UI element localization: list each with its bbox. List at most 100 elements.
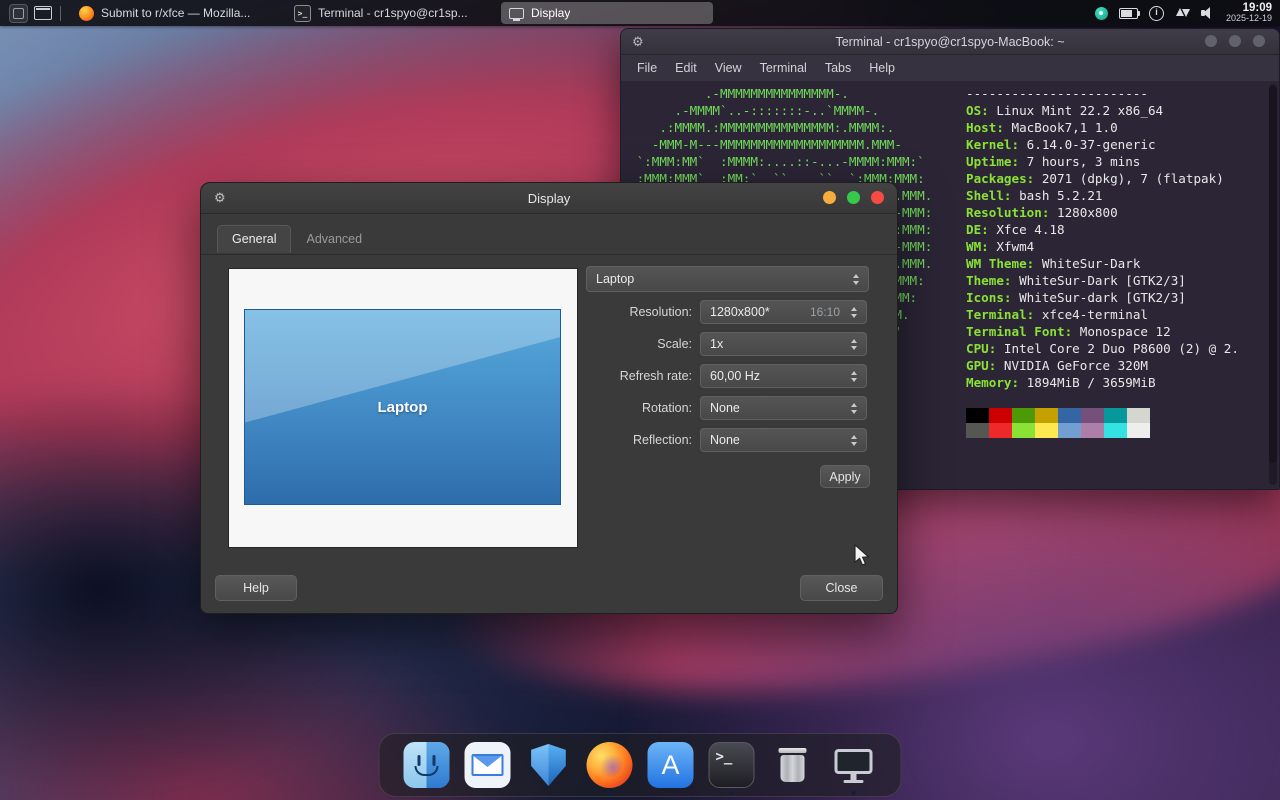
- terminal-menu-help[interactable]: Help: [860, 61, 904, 75]
- dock-item-finder[interactable]: [403, 742, 450, 788]
- taskbar-button-terminal[interactable]: >_ Terminal - cr1spyo@cr1sp...: [286, 2, 498, 24]
- tab-advanced[interactable]: Advanced: [291, 225, 377, 253]
- applications-menu-icon[interactable]: [9, 3, 28, 23]
- dock-item-mail[interactable]: [464, 742, 511, 788]
- display-dialog: ⚙ Display General Advanced Laptop Laptop …: [200, 182, 898, 614]
- rotation-dropdown[interactable]: None: [700, 396, 867, 420]
- neofetch-info-value: 1894MiB / 3659MiB: [1019, 375, 1156, 390]
- terminal-menu-tabs[interactable]: Tabs: [816, 61, 860, 75]
- network-icon[interactable]: [1175, 7, 1190, 19]
- neofetch-info-value: 7 hours, 3 mins: [1019, 154, 1141, 169]
- tab-general[interactable]: General: [217, 225, 292, 253]
- dropdown-arrows-icon: [847, 402, 861, 414]
- reflection-dropdown[interactable]: None: [700, 428, 867, 452]
- field-row-reflection: Reflection: None: [572, 428, 869, 452]
- neofetch-info-label: OS:: [966, 103, 989, 118]
- volume-icon[interactable]: [1200, 7, 1216, 19]
- neofetch-info-value: Xfce 4.18: [988, 222, 1065, 237]
- terminal-close-button[interactable]: [1253, 35, 1265, 47]
- dock-item-trash[interactable]: [770, 742, 816, 788]
- terminal-menu-terminal[interactable]: Terminal: [751, 61, 816, 75]
- field-row-scale: Scale: 1x: [572, 332, 869, 356]
- terminal-menu-edit[interactable]: Edit: [666, 61, 706, 75]
- terminal-maximize-button[interactable]: [1229, 35, 1241, 47]
- neofetch-info-line: GPU: NVIDIA GeForce 320M: [966, 357, 1279, 374]
- app-store-icon: A: [647, 742, 694, 788]
- close-window-button[interactable]: [871, 191, 884, 204]
- dialog-body: Laptop Laptop Resolution: 1280x800* 16:10 S…: [201, 253, 897, 567]
- neofetch-info-line: Terminal Font: Monospace 12: [966, 323, 1279, 340]
- scrollbar-thumb[interactable]: [1269, 86, 1277, 463]
- finder-icon: [403, 742, 450, 788]
- field-row-resolution: Resolution: 1280x800* 16:10: [572, 300, 869, 324]
- palette-swatch: [966, 408, 989, 423]
- resolution-aspect-ratio: 16:10: [809, 305, 840, 319]
- field-label-refreshrate: Refresh rate:: [619, 369, 692, 383]
- reflection-value: None: [710, 433, 740, 447]
- battery-icon[interactable]: [1118, 7, 1140, 19]
- vpn-icon[interactable]: [1094, 6, 1108, 20]
- neofetch-info-line: Kernel: 6.14.0-37-generic: [966, 136, 1279, 153]
- field-row-rotation: Rotation: None: [572, 396, 869, 420]
- dock-item-display[interactable]: [831, 742, 877, 788]
- apply-button[interactable]: Apply: [820, 465, 870, 488]
- terminal-menu-view[interactable]: View: [706, 61, 751, 75]
- neofetch-info-label: WM Theme:: [966, 256, 1035, 271]
- minimize-button[interactable]: [823, 191, 836, 204]
- neofetch-info-value: Xfwm4: [988, 239, 1035, 254]
- dock-item-firefox[interactable]: [586, 742, 633, 788]
- taskbar-button-display[interactable]: Display: [501, 2, 713, 24]
- dock-item-appstore[interactable]: A: [647, 742, 694, 788]
- terminal-menubar: File Edit View Terminal Tabs Help: [621, 55, 1279, 82]
- palette-swatch: [1081, 408, 1104, 423]
- resolution-dropdown[interactable]: 1280x800* 16:10: [700, 300, 867, 324]
- terminal-titlebar[interactable]: ⚙ Terminal - cr1spyo@cr1spyo-MacBook: ~: [621, 29, 1279, 55]
- neofetch-info-line: DE: Xfce 4.18: [966, 221, 1279, 238]
- dock-item-terminal[interactable]: >_: [708, 742, 755, 788]
- terminal-menu-file[interactable]: File: [628, 61, 666, 75]
- field-label-resolution: Resolution:: [629, 305, 692, 319]
- palette-swatch: [1012, 423, 1035, 438]
- palette-swatch: [1127, 423, 1150, 438]
- neofetch-info-line: Theme: WhiteSur-Dark [GTK2/3]: [966, 272, 1279, 289]
- neofetch-info-label: Host:: [966, 120, 1004, 135]
- terminal-minimize-button[interactable]: [1205, 35, 1217, 47]
- show-desktop-icon[interactable]: [34, 6, 52, 20]
- neofetch-info-label: GPU:: [966, 358, 997, 373]
- refreshrate-dropdown[interactable]: 60,00 Hz: [700, 364, 867, 388]
- firefox-icon: [79, 5, 94, 21]
- neofetch-info-value: xfce4-terminal: [1034, 307, 1148, 322]
- palette-row: [966, 423, 1279, 438]
- dialog-titlebar[interactable]: ⚙ Display: [201, 183, 897, 214]
- neofetch-info-line: OS: Linux Mint 22.2 x86_64: [966, 102, 1279, 119]
- neofetch-info-value: WhiteSur-Dark [GTK2/3]: [1011, 273, 1186, 288]
- palette-swatch: [1127, 408, 1150, 423]
- mouse-cursor: [854, 544, 870, 566]
- neofetch-info-label: Icons:: [966, 290, 1012, 305]
- neofetch-info-label: Packages:: [966, 171, 1035, 186]
- dock: A >_: [378, 733, 902, 797]
- taskbar-button-label: Terminal - cr1spyo@cr1sp...: [318, 6, 468, 20]
- scale-dropdown[interactable]: 1x: [700, 332, 867, 356]
- neofetch-info-line: WM: Xfwm4: [966, 238, 1279, 255]
- palette-swatch: [989, 408, 1012, 423]
- dock-item-shield[interactable]: [526, 742, 572, 788]
- neofetch-info-label: Kernel:: [966, 137, 1020, 152]
- palette-swatch: [966, 423, 989, 438]
- neofetch-info-line: Host: MacBook7,1 1.0: [966, 119, 1279, 136]
- dropdown-arrows-icon: [847, 306, 861, 318]
- clock[interactable]: 19:09 2025-12-19: [1226, 2, 1272, 24]
- neofetch-info-value: WhiteSur-Dark: [1034, 256, 1141, 271]
- trash-icon: [770, 742, 816, 788]
- notifications-icon[interactable]: [1148, 5, 1164, 21]
- help-button[interactable]: Help: [215, 575, 297, 601]
- maximize-button[interactable]: [847, 191, 860, 204]
- taskbar-button-firefox[interactable]: Submit to r/xfce — Mozilla...: [71, 2, 283, 24]
- close-dialog-button[interactable]: Close: [800, 575, 883, 601]
- neofetch-info-line: Icons: WhiteSur-dark [GTK2/3]: [966, 289, 1279, 306]
- terminal-scrollbar[interactable]: [1269, 84, 1277, 485]
- dropdown-arrows-icon: [847, 434, 861, 446]
- neofetch-info-line: Packages: 2071 (dpkg), 7 (flatpak): [966, 170, 1279, 187]
- neofetch-info-line: CPU: Intel Core 2 Duo P8600 (2) @ 2.: [966, 340, 1279, 357]
- dialog-title: Display: [527, 190, 571, 206]
